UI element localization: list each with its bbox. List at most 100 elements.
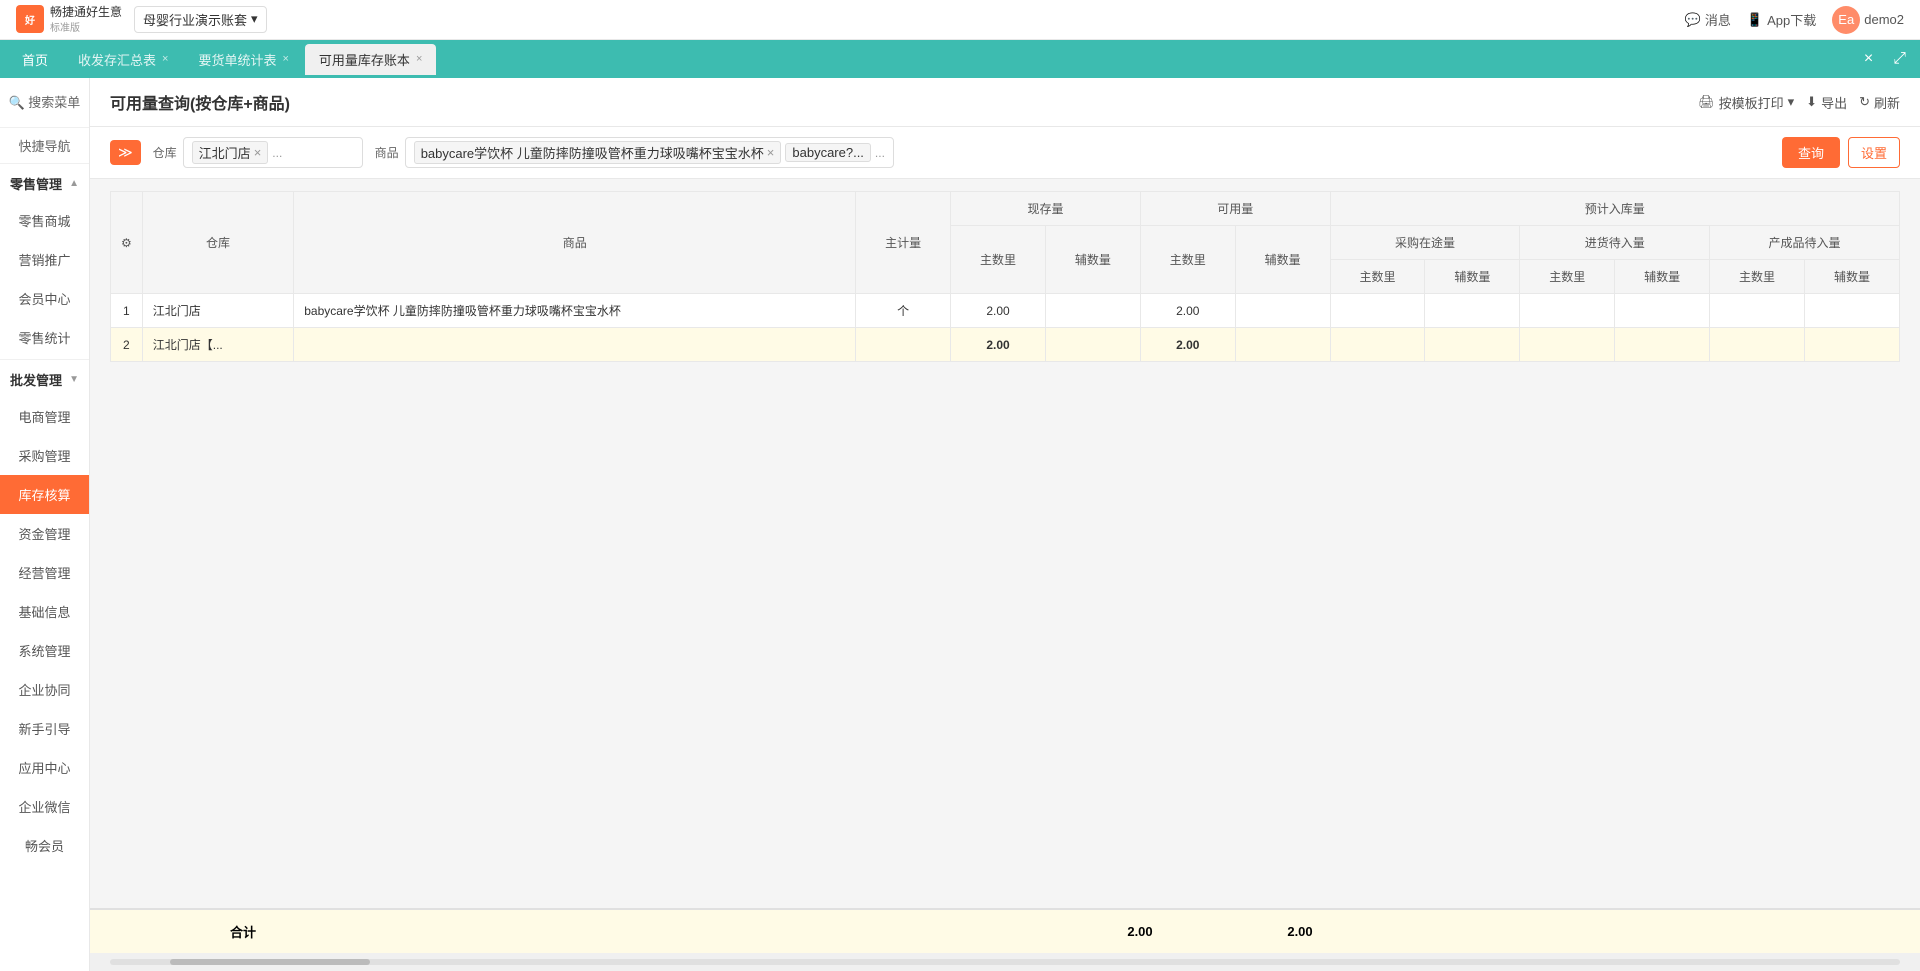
row1-avail-main: 2.00: [1140, 294, 1235, 328]
sidebar-item-retail-label: 零售管理: [10, 174, 62, 193]
table-row: 1 江北门店 babycare学饮杯 儿童防摔防撞吸管杯重力球吸嘴杯宝宝水杯 个…: [111, 294, 1900, 328]
sidebar-item-wholesale-label: 批发管理: [10, 370, 62, 389]
sidebar-item-member-label: 会员中心: [18, 289, 70, 308]
row1-unit: 个: [856, 294, 951, 328]
row2-production-aux: [1804, 328, 1899, 362]
filter-toggle-button[interactable]: ≫: [110, 140, 141, 165]
tab-order-stats[interactable]: 要货单统计表 ×: [184, 44, 302, 75]
sidebar-item-purchase[interactable]: 采购管理: [0, 436, 89, 475]
sidebar-item-operations-label: 经营管理: [18, 563, 70, 582]
sidebar-item-app-center-label: 应用中心: [18, 758, 70, 777]
top-bar: 好 畅捷通好生意 标准版 母婴行业演示账套 ▾ 💬 消息 📱 App下载 Ea …: [0, 0, 1920, 40]
company-selector[interactable]: 母婴行业演示账套 ▾: [134, 6, 267, 33]
sidebar-item-system[interactable]: 系统管理: [0, 631, 89, 670]
retail-arrow-icon: ▲: [69, 178, 79, 189]
sidebar-item-inventory-label: 库存核算: [18, 485, 70, 504]
sidebar-item-member-center[interactable]: 会员中心: [0, 279, 89, 318]
sidebar-item-member-vip[interactable]: 畅会员: [0, 826, 89, 865]
th-product: 商品: [294, 192, 856, 294]
search-icon: 🔍: [9, 95, 25, 110]
th-incoming-sub: 进货待入量: [1520, 226, 1710, 260]
logo-sub-text: 标准版: [50, 19, 122, 34]
th-stock-main: 主数里: [951, 226, 1046, 294]
row2-index: 2: [111, 328, 143, 362]
export-button[interactable]: ⬇ 导出: [1806, 93, 1847, 112]
sidebar-item-newbie[interactable]: 新手引导: [0, 709, 89, 748]
footer-avail-main-total: 2.00: [1260, 924, 1340, 939]
row1-incoming-main: [1520, 294, 1615, 328]
sidebar-item-enterprise-wechat[interactable]: 企业微信: [0, 787, 89, 826]
row1-warehouse: 江北门店: [142, 294, 293, 328]
tab-order-stats-close[interactable]: ×: [282, 53, 288, 65]
tab-home[interactable]: 首页: [8, 44, 62, 75]
tab-available-stock[interactable]: 可用量库存账本 ×: [305, 44, 436, 75]
user-menu[interactable]: Ea demo2: [1832, 6, 1904, 34]
sidebar-item-finance[interactable]: 资金管理: [0, 514, 89, 553]
warehouse-filter-input[interactable]: 江北门店 × ...: [183, 137, 363, 168]
sidebar-item-retail-mall[interactable]: 零售商城: [0, 201, 89, 240]
sidebar-item-ecommerce[interactable]: 电商管理: [0, 397, 89, 436]
app-download-button[interactable]: 📱 App下载: [1747, 10, 1816, 29]
tab-inventory-summary-close[interactable]: ×: [162, 53, 168, 65]
logo-main-text: 畅捷通好生意: [50, 5, 122, 19]
th-production-aux: 辅数量: [1804, 260, 1899, 294]
sidebar-divider-1: [0, 127, 89, 128]
row1-product: babycare学饮杯 儿童防摔防撞吸管杯重力球吸嘴杯宝宝水杯: [294, 294, 856, 328]
th-incoming-main: 主数里: [1520, 260, 1615, 294]
th-production-sub: 产成品待入量: [1710, 226, 1900, 260]
quick-nav-button[interactable]: 快捷导航: [0, 130, 89, 161]
logo-text-area: 畅捷通好生意 标准版: [50, 5, 122, 34]
th-purchase-sub: 采购在途量: [1330, 226, 1520, 260]
sidebar-item-retail-mall-label: 零售商城: [18, 211, 70, 230]
product-tag-1-remove[interactable]: ×: [767, 145, 775, 160]
th-gear: ⚙: [111, 192, 143, 294]
row1-production-aux: [1804, 294, 1899, 328]
row2-production-main: [1710, 328, 1805, 362]
row1-stock-aux: [1045, 294, 1140, 328]
print-button[interactable]: 🖨 按模板打印 ▾: [1698, 93, 1794, 112]
expand-button[interactable]: ⤢: [1887, 48, 1912, 70]
warehouse-filter-more: ...: [272, 146, 282, 160]
nav-tabs-right: × ⤢: [1858, 48, 1912, 70]
sidebar-item-app-center[interactable]: 应用中心: [0, 748, 89, 787]
tab-home-label: 首页: [22, 50, 48, 69]
query-button[interactable]: 查询: [1782, 137, 1840, 168]
logo-icon: 好: [16, 5, 44, 33]
filter-actions: 查询 设置: [1782, 137, 1900, 168]
wholesale-arrow-icon: ▼: [69, 374, 79, 385]
scroll-thumb[interactable]: [170, 959, 370, 965]
sidebar-item-enterprise-collab[interactable]: 企业协同: [0, 670, 89, 709]
filter-area: ≫ 仓库 江北门店 × ... 商品 babycare学饮杯 儿童防摔防撞吸管杯…: [90, 127, 1920, 179]
sidebar-item-inventory[interactable]: 库存核算: [0, 475, 89, 514]
print-icon: 🖨: [1698, 94, 1715, 110]
download-label: App下载: [1767, 10, 1816, 29]
tab-inventory-summary[interactable]: 收发存汇总表 ×: [64, 44, 182, 75]
table-wrapper: ⚙ 仓库 商品 主计量 现存量 可用量 预计入库量 主数里 辅数量 主数里 辅数…: [90, 179, 1920, 908]
product-filter-input[interactable]: babycare学饮杯 儿童防摔防撞吸管杯重力球吸嘴杯宝宝水杯 × babyca…: [405, 137, 894, 168]
warehouse-tag-text: 江北门店: [199, 143, 251, 162]
product-tag-2: babycare?...: [785, 143, 871, 162]
sidebar-divider-2: [0, 163, 89, 164]
row2-avail-main: 2.00: [1140, 328, 1235, 362]
warehouse-tag-remove[interactable]: ×: [254, 145, 262, 160]
search-menu-button[interactable]: 🔍 搜索菜单: [8, 86, 81, 117]
nav-tabs: 首页 收发存汇总表 × 要货单统计表 × 可用量库存账本 × × ⤢: [0, 40, 1920, 78]
tab-available-stock-label: 可用量库存账本: [319, 50, 410, 69]
message-button[interactable]: 💬 消息: [1685, 10, 1731, 29]
refresh-button[interactable]: ↻ 刷新: [1859, 93, 1900, 112]
sidebar-item-wholesale-management[interactable]: 批发管理 ▼: [0, 362, 89, 397]
row1-stock-main: 2.00: [951, 294, 1046, 328]
sidebar-item-retail-stats[interactable]: 零售统计: [0, 318, 89, 357]
sidebar-item-basic-info[interactable]: 基础信息: [0, 592, 89, 631]
product-filter-group: 商品 babycare学饮杯 儿童防摔防撞吸管杯重力球吸嘴杯宝宝水杯 × bab…: [375, 137, 894, 168]
sidebar-item-operations[interactable]: 经营管理: [0, 553, 89, 592]
settings-button[interactable]: 设置: [1848, 137, 1900, 168]
sidebar-item-marketing[interactable]: 营销推广: [0, 240, 89, 279]
th-purchase-main: 主数里: [1330, 260, 1425, 294]
warehouse-tag: 江北门店 ×: [192, 141, 269, 164]
top-bar-left: 好 畅捷通好生意 标准版 母婴行业演示账套 ▾: [16, 5, 267, 34]
tab-available-stock-close[interactable]: ×: [416, 53, 422, 65]
close-all-tabs-button[interactable]: ×: [1858, 48, 1879, 70]
sidebar-item-retail-management[interactable]: 零售管理 ▲: [0, 166, 89, 201]
horizontal-scrollbar[interactable]: [90, 953, 1920, 971]
